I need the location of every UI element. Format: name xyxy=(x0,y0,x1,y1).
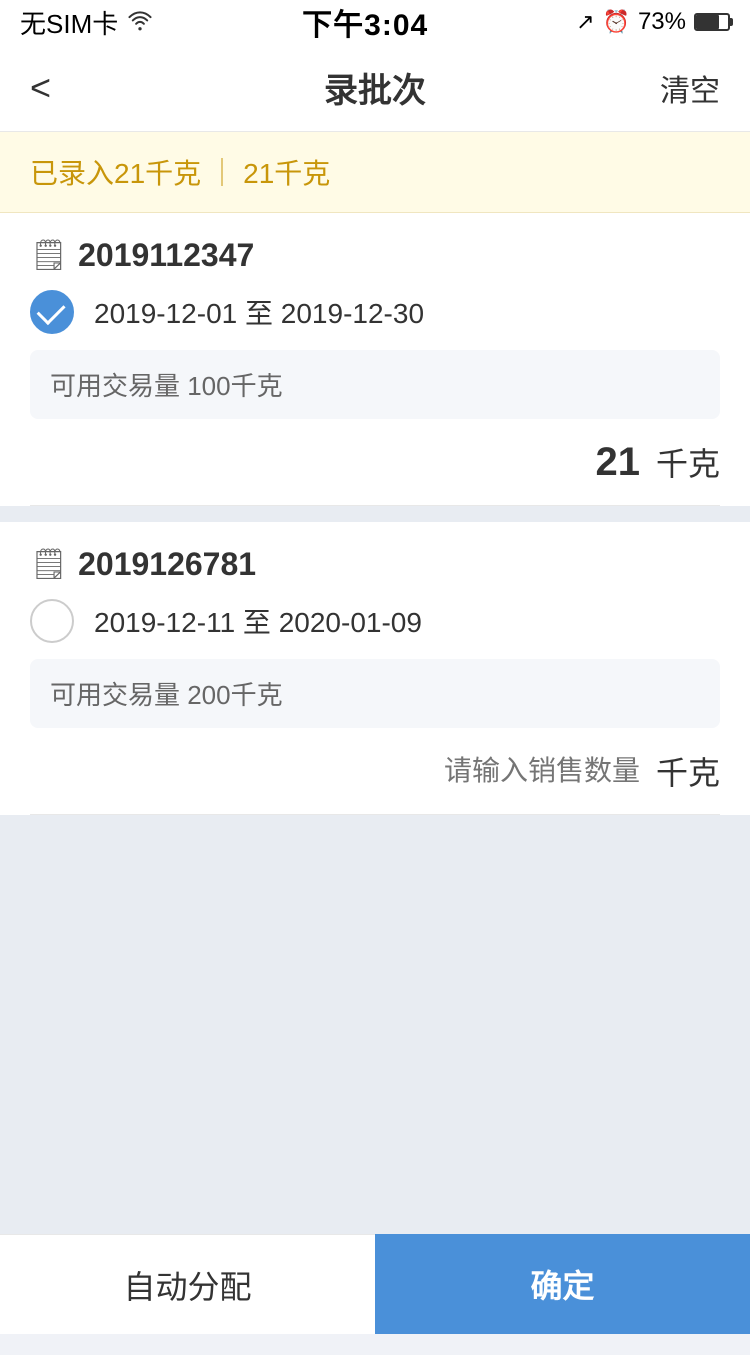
confirm-button[interactable]: 确定 xyxy=(375,1234,750,1334)
batch-2-unit: 千克 xyxy=(656,748,720,794)
batch-1-id: 2019112347 xyxy=(78,237,254,274)
status-left: 无SIM卡 xyxy=(20,4,154,41)
batch-2-available-text: 可用交易量 200千克 xyxy=(50,680,283,710)
gray-area xyxy=(0,815,750,1255)
batch-card-2: 🗒 2019126781 2019-12-11 至 2020-01-09 可用交… xyxy=(0,522,750,815)
alarm-icon: ⏰ xyxy=(603,9,630,35)
batch-2-qty-row: 千克 xyxy=(0,728,750,814)
batch-1-date: 2019-12-01 至 2019-12-30 xyxy=(94,292,424,332)
batch-1-available-text: 可用交易量 100千克 xyxy=(50,371,283,401)
batch-1-header: 🗒 2019112347 xyxy=(30,237,720,274)
batch-2-available: 可用交易量 200千克 xyxy=(30,659,720,728)
batch-card-2-inner: 🗒 2019126781 2019-12-11 至 2020-01-09 可用交… xyxy=(0,522,750,728)
batch-2-qty-input[interactable] xyxy=(30,755,640,787)
battery-text: 73% xyxy=(638,8,686,36)
battery-icon xyxy=(694,13,730,31)
batch-1-date-row: 2019-12-01 至 2019-12-30 xyxy=(30,290,720,334)
batch-2-header: 🗒 2019126781 xyxy=(30,546,720,583)
clear-button[interactable]: 清空 xyxy=(660,66,720,110)
batch-2-checkbox[interactable] xyxy=(30,599,74,643)
batch-1-icon: 🗒 xyxy=(30,238,68,273)
page-title: 录批次 xyxy=(324,63,426,112)
carrier-text: 无SIM卡 xyxy=(20,4,118,41)
recorded-label: 已录入21千克 xyxy=(30,152,201,192)
batch-card-1: 🗒 2019112347 2019-12-01 至 2019-12-30 可用交… xyxy=(0,213,750,506)
status-time: 下午3:04 xyxy=(302,0,428,44)
batch-1-available: 可用交易量 100千克 xyxy=(30,350,720,419)
batch-2-date-row: 2019-12-11 至 2020-01-09 xyxy=(30,599,720,643)
back-button[interactable]: < xyxy=(30,67,90,109)
nav-bar: < 录批次 清空 xyxy=(0,44,750,132)
auto-distribute-button[interactable]: 自动分配 xyxy=(0,1234,375,1334)
section-separator-1 xyxy=(0,506,750,522)
wifi-icon xyxy=(126,7,154,38)
batch-1-checkbox[interactable] xyxy=(30,290,74,334)
batch-1-unit: 千克 xyxy=(656,439,720,485)
batch-1-qty-input[interactable] xyxy=(560,440,640,485)
summary-banner: 已录入21千克 21千克 xyxy=(0,132,750,213)
location-icon: ↗ xyxy=(576,9,594,35)
summary-divider xyxy=(221,158,223,186)
status-right: ↗ ⏰ 73% xyxy=(576,8,730,36)
total-label: 21千克 xyxy=(243,152,330,192)
content-area: 已录入21千克 21千克 🗒 2019112347 2019-12-01 至 2… xyxy=(0,132,750,1355)
status-bar: 无SIM卡 下午3:04 ↗ ⏰ 73% xyxy=(0,0,750,44)
bottom-bar: 自动分配 确定 xyxy=(0,1234,750,1334)
batch-2-id: 2019126781 xyxy=(78,546,256,583)
batch-1-qty-row: 千克 xyxy=(0,419,750,505)
batch-card-1-inner: 🗒 2019112347 2019-12-01 至 2019-12-30 可用交… xyxy=(0,213,750,419)
batch-2-icon: 🗒 xyxy=(30,547,68,582)
batch-2-date: 2019-12-11 至 2020-01-09 xyxy=(94,601,422,641)
